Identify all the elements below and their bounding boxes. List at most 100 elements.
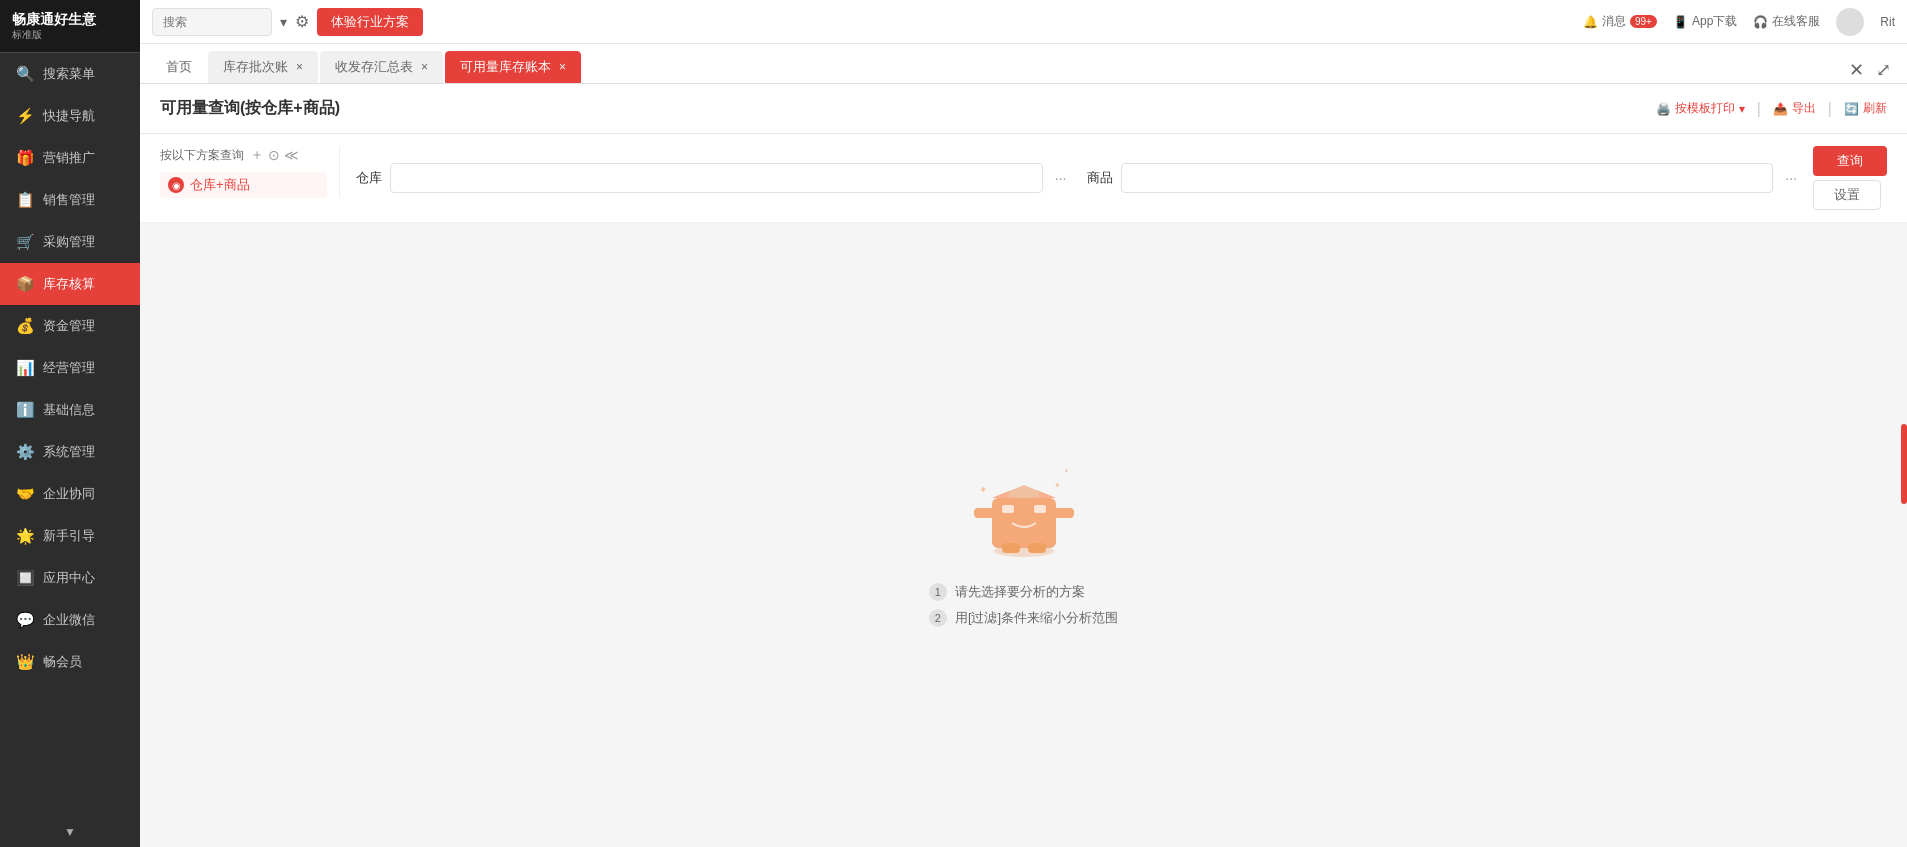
- filter-scheme-item[interactable]: ◉ 仓库+商品: [160, 172, 327, 198]
- sidebar-item-marketing[interactable]: 🎁 营销推广: [0, 137, 140, 179]
- tab-available[interactable]: 可用量库存账本 ×: [445, 51, 581, 83]
- sidebar-item-guide[interactable]: 🌟 新手引导: [0, 515, 140, 557]
- tab-collect-label: 收发存汇总表: [335, 58, 413, 76]
- industry-button[interactable]: 体验行业方案: [317, 8, 423, 36]
- tabs-close-button[interactable]: ✕: [1845, 57, 1868, 83]
- collapse-scheme-button[interactable]: ≪: [284, 146, 299, 164]
- box-icon: 📦: [16, 275, 35, 293]
- bell-icon: 🔔: [1583, 15, 1598, 29]
- warehouse-input[interactable]: [390, 163, 1043, 193]
- topbar: ▾ ⚙ 体验行业方案 🔔 消息 99+ 📱 App下载 🎧 在线客服 Rit: [140, 0, 1907, 44]
- tabs-side-buttons: ✕ ⤢: [1845, 57, 1895, 83]
- app-label: App下载: [1692, 13, 1737, 30]
- chart-icon: 📊: [16, 359, 35, 377]
- brand-name: 畅康通好生意: [12, 10, 96, 28]
- export-icon: 📤: [1773, 102, 1788, 116]
- svg-rect-1: [992, 498, 1056, 548]
- sidebar-item-wechat[interactable]: 💬 企业微信: [0, 599, 140, 641]
- product-more-button[interactable]: ···: [1781, 170, 1801, 186]
- sidebar-item-label: 企业微信: [43, 611, 95, 629]
- star-icon: 🌟: [16, 527, 35, 545]
- dropdown-button[interactable]: ▾: [280, 14, 287, 30]
- tabs-bar: 首页 库存批次账 × 收发存汇总表 × 可用量库存账本 × ✕ ⤢: [140, 44, 1907, 84]
- svg-rect-4: [974, 508, 994, 518]
- edit-scheme-button[interactable]: ⊙: [268, 146, 280, 164]
- sidebar-header: 畅康通好生意 标准版: [0, 0, 140, 53]
- sidebar: 畅康通好生意 标准版 🔍 搜索菜单 ⚡ 快捷导航 🎁 营销推广 📋 销售管理 🛒…: [0, 0, 140, 847]
- print-label: 按模板打印: [1675, 100, 1735, 117]
- sidebar-item-system[interactable]: ⚙️ 系统管理: [0, 431, 140, 473]
- search-input[interactable]: [152, 8, 272, 36]
- sidebar-item-label: 新手引导: [43, 527, 95, 545]
- empty-tip-1: 1 请先选择要分析的方案: [929, 583, 1118, 601]
- brand-version: 标准版: [12, 28, 42, 42]
- sidebar-item-member[interactable]: 👑 畅会员: [0, 641, 140, 683]
- topbar-right: 🔔 消息 99+ 📱 App下载 🎧 在线客服 Rit: [1583, 8, 1895, 36]
- sidebar-item-shortcut[interactable]: ⚡ 快捷导航: [0, 95, 140, 137]
- message-button[interactable]: 🔔 消息 99+: [1583, 13, 1657, 30]
- gear-icon: ⚙️: [16, 443, 35, 461]
- sidebar-item-inventory[interactable]: 📦 库存核算: [0, 263, 140, 305]
- right-scrollbar[interactable]: [1901, 424, 1907, 504]
- tab-collect-close[interactable]: ×: [421, 60, 428, 74]
- tab-home[interactable]: 首页: [152, 51, 206, 83]
- message-badge: 99+: [1630, 15, 1657, 28]
- product-field: 商品 ···: [1087, 163, 1802, 193]
- sidebar-item-apps[interactable]: 🔲 应用中心: [0, 557, 140, 599]
- empty-svg: ✦ ✦ ✦: [964, 443, 1084, 563]
- filter-label-actions: ＋ ⊙ ≪: [250, 146, 299, 164]
- tip-num-2: 2: [929, 609, 947, 627]
- sidebar-item-base[interactable]: ℹ️ 基础信息: [0, 389, 140, 431]
- handshake-icon: 🤝: [16, 485, 35, 503]
- filter-scheme-panel: 按以下方案查询 ＋ ⊙ ≪ ◉ 仓库+商品: [160, 146, 340, 198]
- empty-illustration: ✦ ✦ ✦: [964, 443, 1084, 563]
- tab-collect[interactable]: 收发存汇总表 ×: [320, 51, 443, 83]
- svg-rect-2: [1002, 505, 1014, 513]
- sidebar-item-finance[interactable]: 💰 资金管理: [0, 305, 140, 347]
- tabs-expand-button[interactable]: ⤢: [1872, 57, 1895, 83]
- lightning-icon: ⚡: [16, 107, 35, 125]
- setting-button[interactable]: 设置: [1813, 180, 1881, 210]
- sidebar-item-label: 畅会员: [43, 653, 82, 671]
- filter-scheme-label: 按以下方案查询 ＋ ⊙ ≪: [160, 146, 327, 164]
- scheme-item-label: 仓库+商品: [190, 176, 250, 194]
- sidebar-item-label: 搜索菜单: [43, 65, 95, 83]
- sidebar-item-label: 营销推广: [43, 149, 95, 167]
- service-button[interactable]: 🎧 在线客服: [1753, 13, 1820, 30]
- sidebar-item-label: 企业协同: [43, 485, 95, 503]
- app-download-button[interactable]: 📱 App下载: [1673, 13, 1737, 30]
- svg-text:✦: ✦: [1064, 468, 1069, 474]
- crown-icon: 👑: [16, 653, 35, 671]
- product-label: 商品: [1087, 169, 1113, 187]
- add-scheme-button[interactable]: ＋: [250, 146, 264, 164]
- product-input[interactable]: [1121, 163, 1774, 193]
- sidebar-item-label: 采购管理: [43, 233, 95, 251]
- svg-rect-7: [1028, 543, 1046, 553]
- query-button[interactable]: 查询: [1813, 146, 1887, 176]
- filter-area: 按以下方案查询 ＋ ⊙ ≪ ◉ 仓库+商品 仓库: [140, 134, 1907, 223]
- page-body: 可用量查询(按仓库+商品) 🖨️ 按模板打印 ▾ | 📤 导出 | 🔄 刷新: [140, 84, 1907, 847]
- action-buttons: 查询 设置: [1813, 146, 1887, 210]
- warehouse-more-button[interactable]: ···: [1051, 170, 1071, 186]
- phone-icon: 📱: [1673, 15, 1688, 29]
- sidebar-scroll-down[interactable]: ▼: [0, 817, 140, 847]
- tab-available-close[interactable]: ×: [559, 60, 566, 74]
- filter-fields: 仓库 ··· 商品 ··· 查询 设置: [356, 146, 1887, 210]
- username: Rit: [1880, 15, 1895, 29]
- print-icon: 🖨️: [1656, 102, 1671, 116]
- sidebar-item-label: 应用中心: [43, 569, 95, 587]
- tab-batch[interactable]: 库存批次账 ×: [208, 51, 318, 83]
- settings-button[interactable]: ⚙: [295, 12, 309, 31]
- tab-batch-close[interactable]: ×: [296, 60, 303, 74]
- svg-text:✦: ✦: [979, 484, 987, 495]
- refresh-button[interactable]: 🔄 刷新: [1844, 100, 1887, 117]
- sidebar-item-purchase[interactable]: 🛒 采购管理: [0, 221, 140, 263]
- money-icon: 💰: [16, 317, 35, 335]
- export-button[interactable]: 📤 导出: [1773, 100, 1816, 117]
- sidebar-item-operations[interactable]: 📊 经营管理: [0, 347, 140, 389]
- refresh-label: 刷新: [1863, 100, 1887, 117]
- print-button[interactable]: 🖨️ 按模板打印 ▾: [1656, 100, 1745, 117]
- sidebar-item-search[interactable]: 🔍 搜索菜单: [0, 53, 140, 95]
- sidebar-item-sales[interactable]: 📋 销售管理: [0, 179, 140, 221]
- sidebar-item-enterprise[interactable]: 🤝 企业协同: [0, 473, 140, 515]
